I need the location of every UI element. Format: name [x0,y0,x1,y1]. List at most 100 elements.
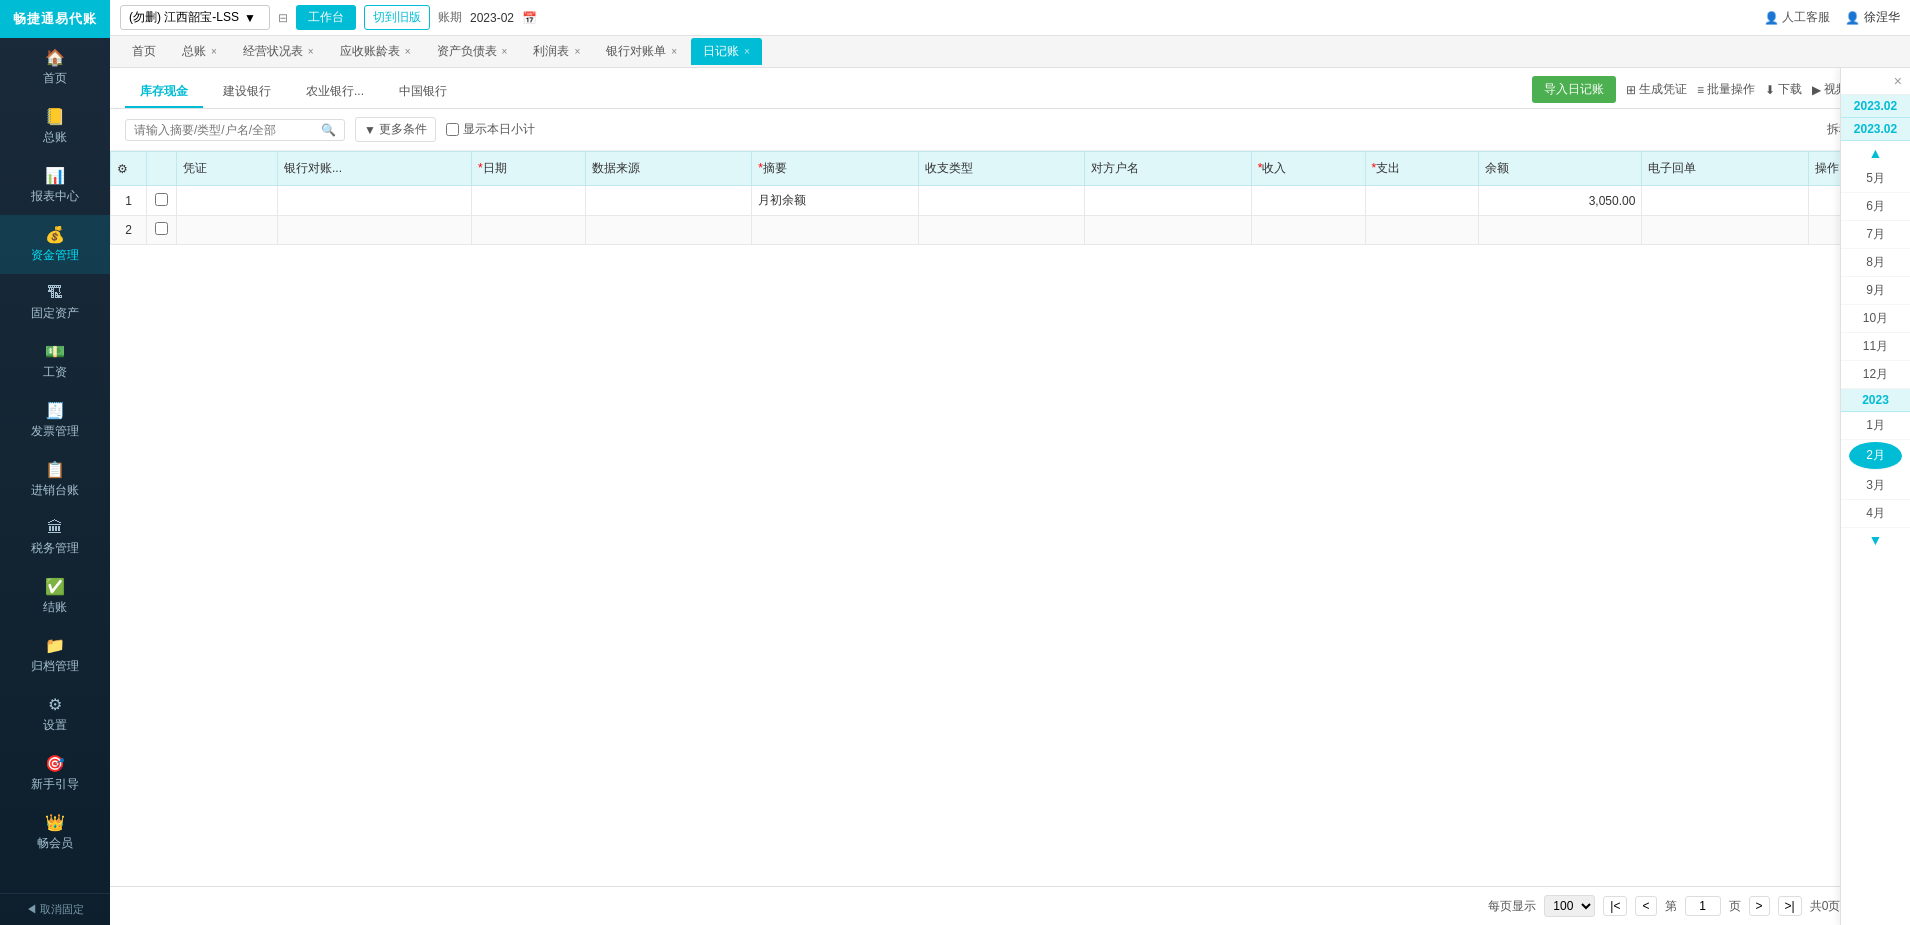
page-next-button[interactable]: > [1749,896,1770,916]
download-button[interactable]: ⬇ 下载 [1765,81,1802,98]
sidebar-item-ledger[interactable]: 📒 总账 [0,97,110,156]
month-6[interactable]: 6月 [1841,193,1910,221]
sidebar-item-settings[interactable]: ⚙ 设置 [0,685,110,744]
month-5[interactable]: 5月 [1841,165,1910,193]
subtab-cash[interactable]: 库存现金 [125,77,203,108]
month-9[interactable]: 9月 [1841,277,1910,305]
row-data-source [585,186,752,216]
sidebar-pin-toggle[interactable]: ◀ 取消固定 [0,893,110,925]
page-prev-button[interactable]: < [1635,896,1656,916]
workspace-button[interactable]: 工作台 [296,5,356,30]
tab-home[interactable]: 首页 [120,38,168,65]
sidebar-item-sales[interactable]: 📋 进销台账 [0,450,110,509]
tab-receivable[interactable]: 应收账龄表 × [328,38,423,65]
sidebar-item-invoices[interactable]: 🧾 发票管理 [0,391,110,450]
month-1[interactable]: 1月 [1841,412,1910,440]
tab-receivable-close[interactable]: × [405,46,411,57]
page-input[interactable] [1685,896,1721,916]
search-input-wrap[interactable]: 🔍 [125,119,345,141]
old-version-button[interactable]: 切到旧版 [364,5,430,30]
month-7[interactable]: 7月 [1841,221,1910,249]
page-last-button[interactable]: >| [1778,896,1802,916]
row-voucher [177,186,278,216]
sidebar-item-fixed-assets[interactable]: 🏗 固定资产 [0,274,110,332]
tab-balance-sheet[interactable]: 资产负债表 × [425,38,520,65]
main-area: (勿删) 江西韶宝-LSS ▼ ⊟ 工作台 切到旧版 账期 2023-02 📅 … [110,0,1910,925]
tab-balance-sheet-close[interactable]: × [502,46,508,57]
app-logo: 畅捷通易代账 [0,0,110,38]
tab-business[interactable]: 经营状况表 × [231,38,326,65]
row-check[interactable] [147,216,177,245]
topbar-right: 👤 人工客服 👤 徐涅华 [1764,9,1900,26]
filter-icon: ▼ [364,123,376,137]
reports-icon: 📊 [45,166,65,185]
batch-op-icon: ≡ [1697,83,1704,97]
tab-journal[interactable]: 日记账 × [691,38,762,65]
sidebar-item-guide[interactable]: 🎯 新手引导 [0,744,110,803]
sales-icon: 📋 [45,460,65,479]
scroll-up-arrow[interactable]: ▲ [1841,141,1910,165]
col-date: *日期 [471,152,585,186]
sidebar-item-reports[interactable]: 📊 报表中心 [0,156,110,215]
import-journal-button[interactable]: 导入日记账 [1532,76,1616,103]
month-2-active[interactable]: 2月 [1849,442,1902,470]
page-first-button[interactable]: |< [1603,896,1627,916]
subtab-agriculture[interactable]: 农业银行... [291,77,379,108]
generate-voucher-button[interactable]: ⊞ 生成凭证 [1626,81,1687,98]
sidebar-item-member[interactable]: 👑 畅会员 [0,803,110,862]
search-icon[interactable]: 🔍 [321,123,336,137]
tab-bank-statement[interactable]: 银行对账单 × [594,38,689,65]
daily-total-checkbox[interactable] [446,123,459,136]
tab-profit[interactable]: 利润表 × [521,38,592,65]
col-settings[interactable]: ⚙ [111,152,147,186]
month-4[interactable]: 4月 [1841,500,1910,528]
per-page-select[interactable]: 100 50 200 [1544,895,1595,917]
more-conditions-button[interactable]: ▼ 更多条件 [355,117,436,142]
user-info[interactable]: 👤 徐涅华 [1845,9,1900,26]
period-top-2: 2023.02 [1841,118,1910,141]
company-selector[interactable]: (勿删) 江西韶宝-LSS ▼ [120,5,270,30]
row-income [1251,216,1365,245]
search-input[interactable] [134,123,316,137]
sidebar-item-close[interactable]: ✅ 结账 [0,567,110,626]
month-10[interactable]: 10月 [1841,305,1910,333]
sidebar-item-finance[interactable]: 💰 资金管理 [0,215,110,274]
tab-profit-label: 利润表 [533,43,569,60]
date-panel-close-button[interactable]: × [1841,68,1910,95]
col-summary: *摘要 [752,152,919,186]
tab-ledger[interactable]: 总账 × [170,38,229,65]
member-icon: 👑 [45,813,65,832]
tab-journal-close[interactable]: × [744,46,750,57]
sidebar-item-home[interactable]: 🏠 首页 [0,38,110,97]
sidebar-item-label: 资金管理 [31,247,79,264]
month-12[interactable]: 12月 [1841,361,1910,389]
fixed-assets-icon: 🏗 [47,284,63,302]
content-area: 库存现金 建设银行 农业银行... 中国银行 导入日记账 ⊞ 生成凭证 [110,68,1910,925]
sidebar-item-archive[interactable]: 📁 归档管理 [0,626,110,685]
row-check[interactable] [147,186,177,216]
tab-profit-close[interactable]: × [574,46,580,57]
tab-home-label: 首页 [132,43,156,60]
tab-bank-statement-close[interactable]: × [671,46,677,57]
calendar-icon[interactable]: 📅 [522,11,537,25]
sidebar-item-label: 设置 [43,717,67,734]
customer-service[interactable]: 👤 人工客服 [1764,9,1830,26]
col-expense: *支出 [1365,152,1479,186]
month-11[interactable]: 11月 [1841,333,1910,361]
subtab-construction[interactable]: 建设银行 [208,77,286,108]
scroll-down-arrow[interactable]: ▼ [1841,528,1910,552]
tab-ledger-close[interactable]: × [211,46,217,57]
row-date [471,216,585,245]
tab-business-label: 经营状况表 [243,43,303,60]
daily-total-checkbox-wrap: 显示本日小计 [446,121,535,138]
batch-op-button[interactable]: ≡ 批量操作 [1697,81,1755,98]
row-e-statement [1642,216,1809,245]
sidebar-item-tax[interactable]: 🏛 税务管理 [0,509,110,567]
copy-company-icon[interactable]: ⊟ [278,11,288,25]
year-2023-label: 2023 [1841,389,1910,412]
tab-business-close[interactable]: × [308,46,314,57]
subtab-china[interactable]: 中国银行 [384,77,462,108]
sidebar-item-payroll[interactable]: 💵 工资 [0,332,110,391]
month-8[interactable]: 8月 [1841,249,1910,277]
month-3[interactable]: 3月 [1841,472,1910,500]
